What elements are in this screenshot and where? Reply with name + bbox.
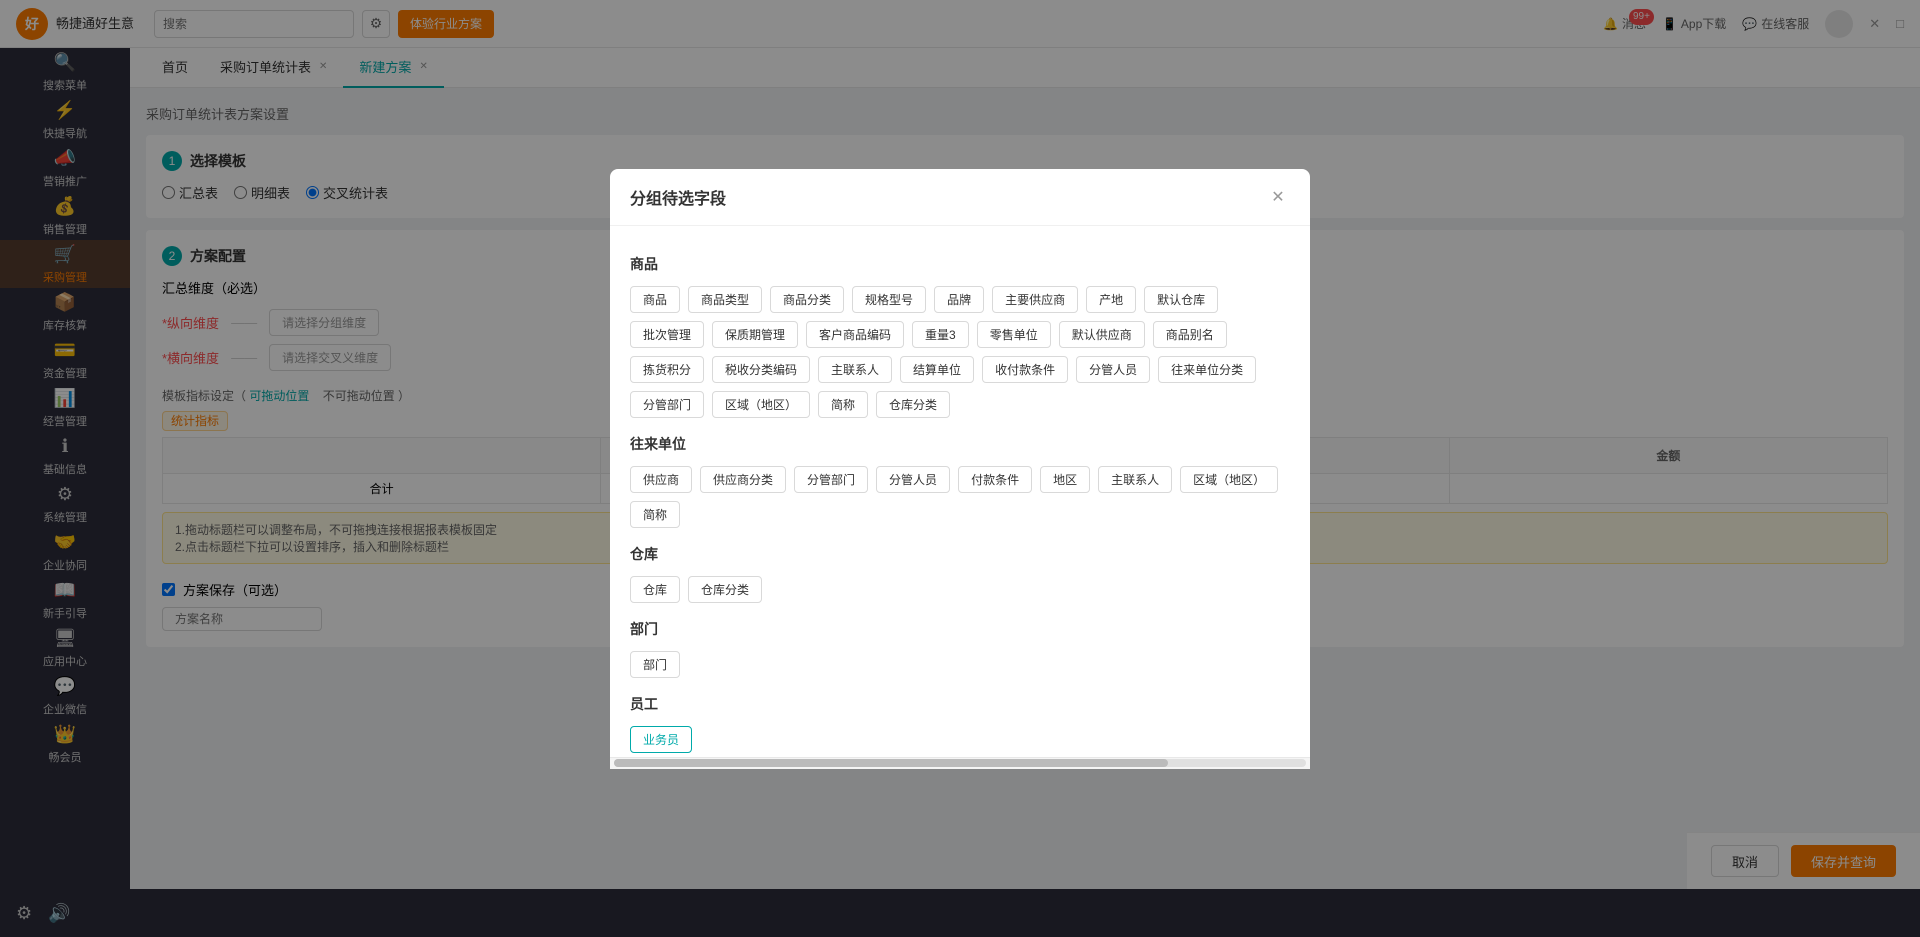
field-tag[interactable]: 供应商分类 bbox=[700, 466, 786, 493]
section-title-dept: 部门 bbox=[630, 619, 1290, 639]
field-tag[interactable]: 税收分类编码 bbox=[712, 356, 810, 383]
field-tag[interactable]: 商品类型 bbox=[688, 286, 762, 313]
field-tag[interactable]: 仓库分类 bbox=[876, 391, 950, 418]
field-grid-dept: 部门 bbox=[630, 651, 1290, 678]
modal-overlay: 分组待选字段 ✕ 商品 商品 商品类型 商品分类 规格型号 品牌 主要供应商 产… bbox=[0, 0, 1920, 937]
scroll-thumb[interactable] bbox=[614, 759, 1168, 767]
section-title-employee: 员工 bbox=[630, 694, 1290, 714]
field-tag[interactable]: 分管人员 bbox=[876, 466, 950, 493]
modal-scroll-bottom[interactable] bbox=[610, 757, 1310, 769]
section-title-partner: 往来单位 bbox=[630, 434, 1290, 454]
field-tag[interactable]: 分管部门 bbox=[630, 391, 704, 418]
field-tag[interactable]: 商品分类 bbox=[770, 286, 844, 313]
section-title-product: 商品 bbox=[630, 254, 1290, 274]
field-tag[interactable]: 分管部门 bbox=[794, 466, 868, 493]
field-tag[interactable]: 结算单位 bbox=[900, 356, 974, 383]
section-title-warehouse: 仓库 bbox=[630, 544, 1290, 564]
field-tag[interactable]: 商品别名 bbox=[1153, 321, 1227, 348]
field-tag[interactable]: 简称 bbox=[818, 391, 868, 418]
field-tag[interactable]: 主联系人 bbox=[1098, 466, 1172, 493]
field-tag[interactable]: 品牌 bbox=[934, 286, 984, 313]
field-tag[interactable]: 往来单位分类 bbox=[1158, 356, 1256, 383]
field-tag[interactable]: 区域（地区） bbox=[712, 391, 810, 418]
field-tag[interactable]: 客户商品编码 bbox=[806, 321, 904, 348]
field-tag[interactable]: 主联系人 bbox=[818, 356, 892, 383]
field-tag[interactable]: 部门 bbox=[630, 651, 680, 678]
field-grid-employee: 业务员 bbox=[630, 726, 1290, 753]
field-tag[interactable]: 重量3 bbox=[912, 321, 969, 348]
field-tag[interactable]: 供应商 bbox=[630, 466, 692, 493]
modal-body: 商品 商品 商品类型 商品分类 规格型号 品牌 主要供应商 产地 默认仓库 批次… bbox=[610, 226, 1310, 757]
field-grid-warehouse: 仓库 仓库分类 bbox=[630, 576, 1290, 603]
modal-header: 分组待选字段 ✕ bbox=[610, 169, 1310, 226]
field-tag[interactable]: 业务员 bbox=[630, 726, 692, 753]
field-tag[interactable]: 收付款条件 bbox=[982, 356, 1068, 383]
field-grid-partner: 供应商 供应商分类 分管部门 分管人员 付款条件 地区 主联系人 区域（地区） … bbox=[630, 466, 1290, 528]
field-tag[interactable]: 付款条件 bbox=[958, 466, 1032, 493]
field-tag[interactable]: 默认供应商 bbox=[1059, 321, 1145, 348]
field-tag[interactable]: 规格型号 bbox=[852, 286, 926, 313]
field-tag[interactable]: 仓库分类 bbox=[688, 576, 762, 603]
field-grid-product: 商品 商品类型 商品分类 规格型号 品牌 主要供应商 产地 默认仓库 批次管理 … bbox=[630, 286, 1290, 418]
field-tag[interactable]: 主要供应商 bbox=[992, 286, 1078, 313]
field-tag[interactable]: 仓库 bbox=[630, 576, 680, 603]
field-tag[interactable]: 拣货积分 bbox=[630, 356, 704, 383]
field-tag[interactable]: 分管人员 bbox=[1076, 356, 1150, 383]
field-tag[interactable]: 区域（地区） bbox=[1180, 466, 1278, 493]
field-tag[interactable]: 默认仓库 bbox=[1144, 286, 1218, 313]
scroll-track bbox=[614, 759, 1306, 767]
field-tag[interactable]: 商品 bbox=[630, 286, 680, 313]
modal-dialog: 分组待选字段 ✕ 商品 商品 商品类型 商品分类 规格型号 品牌 主要供应商 产… bbox=[610, 169, 1310, 769]
field-tag[interactable]: 保质期管理 bbox=[712, 321, 798, 348]
field-tag[interactable]: 地区 bbox=[1040, 466, 1090, 493]
field-tag[interactable]: 批次管理 bbox=[630, 321, 704, 348]
field-tag[interactable]: 简称 bbox=[630, 501, 680, 528]
field-tag[interactable]: 零售单位 bbox=[977, 321, 1051, 348]
modal-title: 分组待选字段 bbox=[630, 185, 726, 209]
field-tag[interactable]: 产地 bbox=[1086, 286, 1136, 313]
modal-close-btn[interactable]: ✕ bbox=[1266, 185, 1290, 209]
